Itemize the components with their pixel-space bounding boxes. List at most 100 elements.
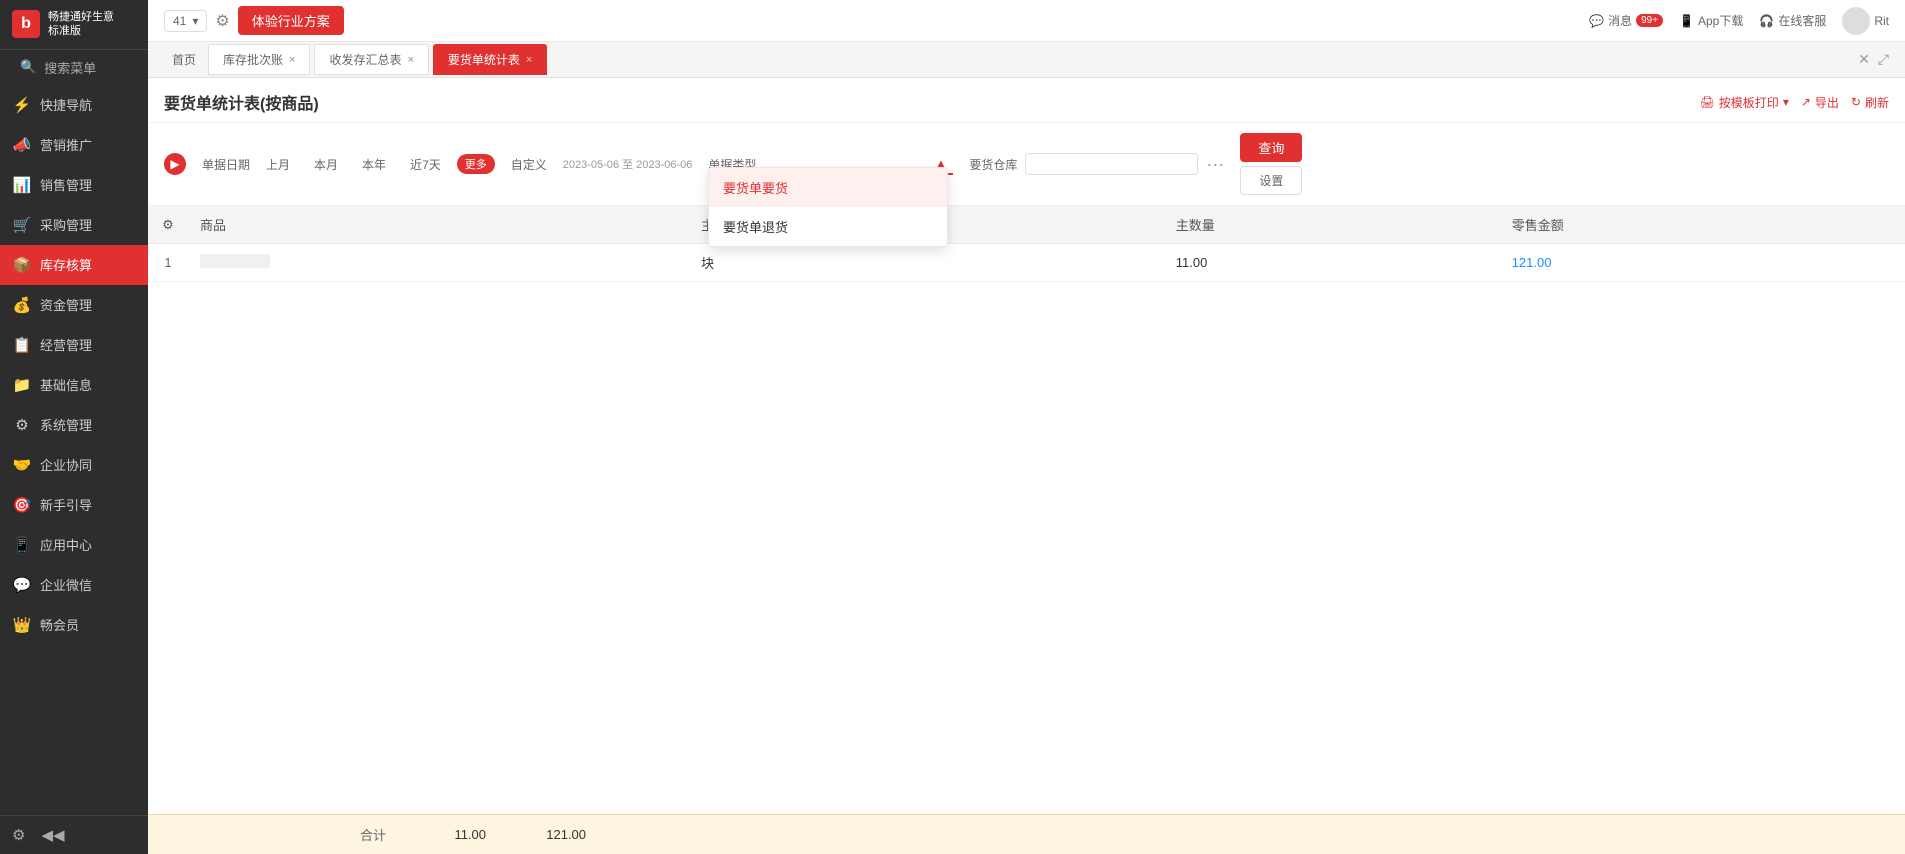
sidebar-nav: ⚡ 快捷导航 📣 营销推广 📊 销售管理 🛒 采购管理 📦 库存核算 💰 资金管… xyxy=(0,85,148,815)
print-chevron-icon: ▾ xyxy=(1783,95,1789,109)
col-product: 商品 xyxy=(188,206,689,244)
nav-icon-basic-info: 📁 xyxy=(12,375,32,395)
main-area: 41 ▾ ⚙ 体验行业方案 💬 消息 99+ 📱 App下载 🎧 在线客服 xyxy=(148,0,1905,854)
print-label: 按模板打印 xyxy=(1719,94,1779,111)
avatar xyxy=(1842,7,1870,35)
tabs-expand-icon[interactable]: ⤢ xyxy=(1878,51,1889,68)
topbar-right: 💬 消息 99+ 📱 App下载 🎧 在线客服 Rit xyxy=(1589,7,1889,35)
topbar-settings-icon[interactable]: ⚙ xyxy=(215,11,229,31)
nav-icon-marketing: 📣 xyxy=(12,135,32,155)
cell-product xyxy=(188,244,689,282)
topbar: 41 ▾ ⚙ 体验行业方案 💬 消息 99+ 📱 App下载 🎧 在线客服 xyxy=(148,0,1905,42)
sidebar-item-vip[interactable]: 👑 畅会员 xyxy=(0,605,148,645)
nav-label-marketing: 营销推广 xyxy=(40,135,136,154)
col-quantity: 主数量 xyxy=(1164,206,1500,244)
collapse-icon[interactable]: ◀◀ xyxy=(41,826,64,844)
nav-label-wechat: 企业微信 xyxy=(40,575,136,594)
date-custom-btn[interactable]: 自定义 xyxy=(503,153,555,176)
sidebar-item-purchase[interactable]: 🛒 采购管理 xyxy=(0,205,148,245)
export-btn[interactable]: ↗ 导出 xyxy=(1801,94,1839,111)
settings-outline-button[interactable]: 设置 xyxy=(1240,166,1302,195)
logo-icon: b xyxy=(12,10,40,38)
sidebar-item-inventory[interactable]: 📦 库存核算 xyxy=(0,245,148,285)
topbar-dropdown[interactable]: 41 ▾ xyxy=(164,10,207,32)
date-recent-btn[interactable]: 近7天 xyxy=(402,153,449,176)
phone-icon: 📱 xyxy=(1679,14,1694,28)
sidebar-item-guide[interactable]: 🎯 新手引导 xyxy=(0,485,148,525)
tab-order-stat[interactable]: 要货单统计表 × xyxy=(433,44,547,75)
date-more-badge[interactable]: 更多 xyxy=(457,154,495,174)
nav-label-app-center: 应用中心 xyxy=(40,535,136,554)
nav-label-quick-nav: 快捷导航 xyxy=(40,95,136,114)
message-btn[interactable]: 💬 消息 99+ xyxy=(1589,12,1663,29)
nav-icon-finance: 💰 xyxy=(12,295,32,315)
sidebar-item-enterprise[interactable]: 🤝 企业协同 xyxy=(0,445,148,485)
export-label: 导出 xyxy=(1815,94,1839,111)
nav-icon-enterprise: 🤝 xyxy=(12,455,32,475)
nav-label-basic-info: 基础信息 xyxy=(40,375,136,394)
sidebar-item-sales[interactable]: 📊 销售管理 xyxy=(0,165,148,205)
nav-icon-quick-nav: ⚡ xyxy=(12,95,32,115)
tab-recv-summary-close[interactable]: × xyxy=(407,54,413,66)
filter-bar: ▶ 单据日期 上月 本月 本年 近7天 更多 自定义 2023-05-06 至 … xyxy=(148,123,1905,206)
sidebar-item-quick-nav[interactable]: ⚡ 快捷导航 xyxy=(0,85,148,125)
logo-text: 畅捷通好生意 标准版 xyxy=(48,10,114,39)
table-footer: 合计 11.00 121.00 xyxy=(148,814,1905,854)
tabs-bar: 首页 库存批次账 × 收发存汇总表 × 要货单统计表 × ✕ ⤢ xyxy=(148,42,1905,78)
page-title: 要货单统计表(按商品) xyxy=(164,90,319,114)
query-button[interactable]: 查询 xyxy=(1240,133,1302,162)
refresh-icon: ↻ xyxy=(1851,95,1861,109)
nav-icon-inventory: 📦 xyxy=(12,255,32,275)
headset-icon: 🎧 xyxy=(1759,14,1774,28)
search-label: 搜索菜单 xyxy=(44,58,96,77)
sidebar-item-app-center[interactable]: 📱 应用中心 xyxy=(0,525,148,565)
page-content: 要货单统计表(按商品) 🖨 按模板打印 ▾ ↗ 导出 ↻ 刷新 ▶ xyxy=(148,78,1905,854)
sidebar-item-system[interactable]: ⚙ 系统管理 xyxy=(0,405,148,445)
settings-icon[interactable]: ⚙ xyxy=(12,826,25,844)
dropdown-option-order-request[interactable]: 要货单要货 xyxy=(709,168,947,207)
cell-amount[interactable]: 121.00 xyxy=(1500,244,1905,282)
sidebar-item-basic-info[interactable]: 📁 基础信息 xyxy=(0,365,148,405)
tab-order-stat-close[interactable]: × xyxy=(526,54,532,66)
tab-inventory-batch[interactable]: 库存批次账 × xyxy=(208,44,310,75)
tabs-close-all-icon[interactable]: ✕ xyxy=(1858,51,1870,68)
print-icon: 🖨 xyxy=(1700,95,1715,109)
date-upper-btn[interactable]: 上月 xyxy=(258,153,298,176)
nav-label-purchase: 采购管理 xyxy=(40,215,136,234)
date-this-month-btn[interactable]: 本月 xyxy=(306,153,346,176)
sidebar-logo: b 畅捷通好生意 标准版 xyxy=(0,0,148,50)
search-icon: 🔍 xyxy=(20,59,36,75)
app-download-btn[interactable]: 📱 App下载 xyxy=(1679,12,1743,29)
table-container: ⚙ 商品 主计量单位 主数量 零售金额 1 块 11.00 xyxy=(148,206,1905,814)
col-settings[interactable]: ⚙ xyxy=(148,206,188,244)
trial-button[interactable]: 体验行业方案 xyxy=(238,6,344,35)
online-service-btn[interactable]: 🎧 在线客服 xyxy=(1759,12,1826,29)
sidebar-search[interactable]: 🔍 搜索菜单 xyxy=(0,50,148,85)
refresh-btn[interactable]: ↻ 刷新 xyxy=(1851,94,1889,111)
filter-expand-btn[interactable]: ▶ xyxy=(164,153,186,175)
tab-home[interactable]: 首页 xyxy=(164,51,204,68)
warehouse-filter-input[interactable] xyxy=(1025,153,1198,175)
tab-recv-summary[interactable]: 收发存汇总表 × xyxy=(314,44,428,75)
tab-inventory-batch-close[interactable]: × xyxy=(289,54,295,66)
dropdown-chevron-icon: ▾ xyxy=(192,14,198,28)
sidebar-bottom: ⚙ ◀◀ xyxy=(0,815,148,854)
print-btn[interactable]: 🖨 按模板打印 ▾ xyxy=(1700,94,1789,111)
tab-inventory-batch-label: 库存批次账 xyxy=(223,51,283,68)
nav-label-finance: 资金管理 xyxy=(40,295,136,314)
more-filters-icon[interactable]: ··· xyxy=(1206,154,1224,175)
sidebar-item-operation[interactable]: 📋 经营管理 xyxy=(0,325,148,365)
sidebar-item-finance[interactable]: 💰 资金管理 xyxy=(0,285,148,325)
warehouse-filter-label: 要货仓库 xyxy=(969,156,1017,173)
user-avatar-btn[interactable]: Rit xyxy=(1842,7,1889,35)
sidebar-item-wechat[interactable]: 💬 企业微信 xyxy=(0,565,148,605)
date-this-year-btn[interactable]: 本年 xyxy=(354,153,394,176)
msg-count-badge: 99+ xyxy=(1636,14,1663,27)
nav-icon-purchase: 🛒 xyxy=(12,215,32,235)
nav-label-enterprise: 企业协同 xyxy=(40,455,136,474)
tab-recv-summary-label: 收发存汇总表 xyxy=(329,51,401,68)
tab-order-stat-label: 要货单统计表 xyxy=(448,51,520,68)
sidebar-item-marketing[interactable]: 📣 营销推广 xyxy=(0,125,148,165)
dropdown-option-order-return[interactable]: 要货单退货 xyxy=(709,207,947,246)
nav-label-sales: 销售管理 xyxy=(40,175,136,194)
